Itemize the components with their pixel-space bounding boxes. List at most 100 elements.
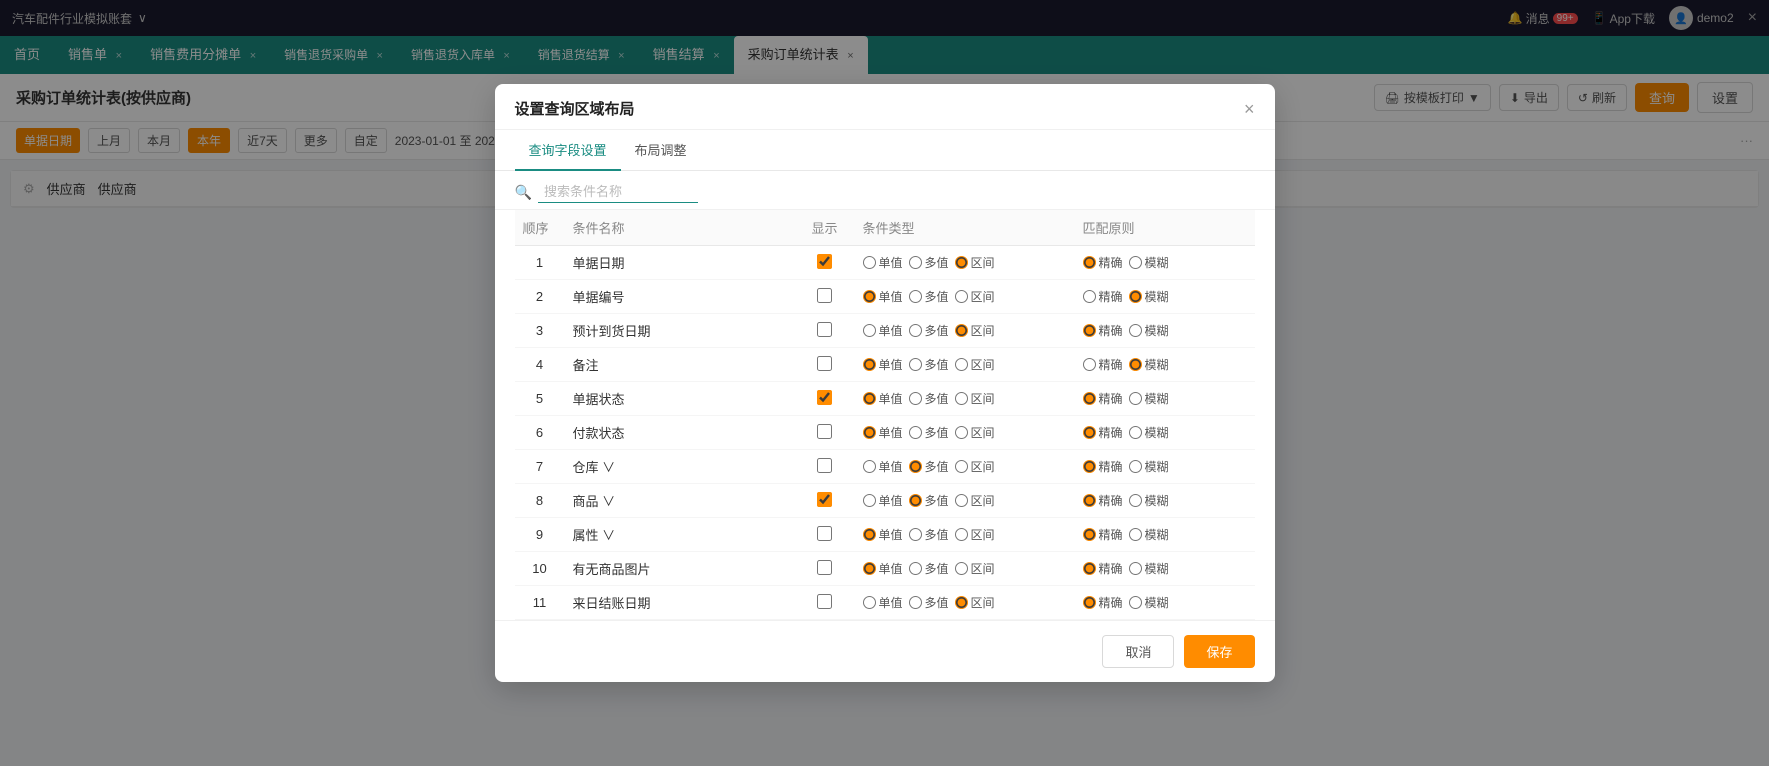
cell-type: 单值多值区间 [855,416,1075,450]
type-radio-多值[interactable] [909,596,922,609]
search-icon: 🔍 [515,184,532,201]
cell-display [795,246,855,280]
cell-name: 单据日期 [565,246,795,280]
type-radio-区间[interactable] [955,324,968,337]
type-radio-多值[interactable] [909,562,922,575]
col-name: 条件名称 [565,210,795,246]
match-radio-精确[interactable] [1083,460,1096,473]
match-radio-精确[interactable] [1083,562,1096,575]
type-radio-多值[interactable] [909,528,922,541]
type-radio-多值[interactable] [909,358,922,371]
cell-match: 精确模糊 [1075,280,1255,314]
cell-type: 单值多值区间 [855,484,1075,518]
type-radio-区间[interactable] [955,392,968,405]
cell-type: 单值多值区间 [855,280,1075,314]
type-radio-单值[interactable] [863,426,876,439]
display-checkbox[interactable] [817,560,832,575]
cell-match: 精确模糊 [1075,416,1255,450]
match-radio-模糊[interactable] [1129,562,1142,575]
type-radio-单值[interactable] [863,256,876,269]
type-radio-区间[interactable] [955,528,968,541]
type-radio-单值[interactable] [863,460,876,473]
display-checkbox[interactable] [817,254,832,269]
type-radio-区间[interactable] [955,494,968,507]
match-radio-模糊[interactable] [1129,392,1142,405]
type-radio-多值[interactable] [909,290,922,303]
display-checkbox[interactable] [817,424,832,439]
display-checkbox[interactable] [817,594,832,609]
display-checkbox[interactable] [817,458,832,473]
match-radio-精确[interactable] [1083,358,1096,371]
type-radio-区间[interactable] [955,460,968,473]
match-radio-模糊[interactable] [1129,596,1142,609]
save-btn[interactable]: 保存 [1184,635,1254,668]
cell-name: 备注 [565,348,795,382]
display-checkbox[interactable] [817,322,832,337]
match-radio-模糊[interactable] [1129,494,1142,507]
match-radio-精确[interactable] [1083,290,1096,303]
type-radio-单值[interactable] [863,562,876,575]
match-radio-精确[interactable] [1083,426,1096,439]
type-radio-区间[interactable] [955,290,968,303]
dialog-tab-query[interactable]: 查询字段设置 [515,130,621,171]
type-radio-区间[interactable] [955,358,968,371]
display-checkbox[interactable] [817,288,832,303]
display-checkbox[interactable] [817,356,832,371]
match-radio-模糊[interactable] [1129,290,1142,303]
cancel-btn[interactable]: 取消 [1102,635,1174,668]
type-radio-单值[interactable] [863,290,876,303]
type-radio-单值[interactable] [863,528,876,541]
match-radio-精确[interactable] [1083,392,1096,405]
type-radio-区间[interactable] [955,256,968,269]
display-checkbox[interactable] [817,492,832,507]
type-radio-多值[interactable] [909,392,922,405]
display-checkbox[interactable] [817,390,832,405]
cell-order: 2 [515,280,565,314]
match-radio-精确[interactable] [1083,494,1096,507]
cell-name: 单据状态 [565,382,795,416]
type-radio-多值[interactable] [909,324,922,337]
display-checkbox[interactable] [817,526,832,541]
type-radio-多值[interactable] [909,460,922,473]
match-radio-模糊[interactable] [1129,426,1142,439]
match-radio-模糊[interactable] [1129,324,1142,337]
match-radio-精确[interactable] [1083,324,1096,337]
type-radio-多值[interactable] [909,494,922,507]
type-radio-单值[interactable] [863,358,876,371]
cell-type: 单值多值区间 [855,552,1075,586]
dialog-tab-layout[interactable]: 布局调整 [621,130,701,171]
table-row: 9属性 ∨单值多值区间精确模糊 [515,518,1255,552]
cell-display [795,518,855,552]
type-radio-单值[interactable] [863,596,876,609]
search-input[interactable] [538,181,698,203]
cell-display [795,416,855,450]
table-header-row: 顺序 条件名称 显示 条件类型 匹配原则 [515,210,1255,246]
type-radio-单值[interactable] [863,392,876,405]
table-row: 6付款状态单值多值区间精确模糊 [515,416,1255,450]
type-radio-多值[interactable] [909,256,922,269]
match-radio-模糊[interactable] [1129,358,1142,371]
cell-type: 单值多值区间 [855,314,1075,348]
table-row: 3预计到货日期单值多值区间精确模糊 [515,314,1255,348]
dialog-tabs: 查询字段设置 布局调整 [495,130,1275,171]
match-radio-模糊[interactable] [1129,528,1142,541]
type-radio-单值[interactable] [863,324,876,337]
type-radio-多值[interactable] [909,426,922,439]
type-radio-区间[interactable] [955,562,968,575]
match-radio-模糊[interactable] [1129,460,1142,473]
dialog-close-btn[interactable]: × [1244,100,1255,118]
match-radio-模糊[interactable] [1129,256,1142,269]
match-radio-精确[interactable] [1083,596,1096,609]
cell-order: 4 [515,348,565,382]
cell-display [795,348,855,382]
cell-type: 单值多值区间 [855,348,1075,382]
type-radio-区间[interactable] [955,596,968,609]
cell-name: 来日结账日期 [565,586,795,620]
cell-name: 商品 ∨ [565,484,795,518]
dialog-table-wrap: 顺序 条件名称 显示 条件类型 匹配原则 1单据日期单值多值区间精确模糊2单据编… [495,210,1275,620]
type-radio-单值[interactable] [863,494,876,507]
match-radio-精确[interactable] [1083,528,1096,541]
type-radio-区间[interactable] [955,426,968,439]
match-radio-精确[interactable] [1083,256,1096,269]
cell-display [795,280,855,314]
